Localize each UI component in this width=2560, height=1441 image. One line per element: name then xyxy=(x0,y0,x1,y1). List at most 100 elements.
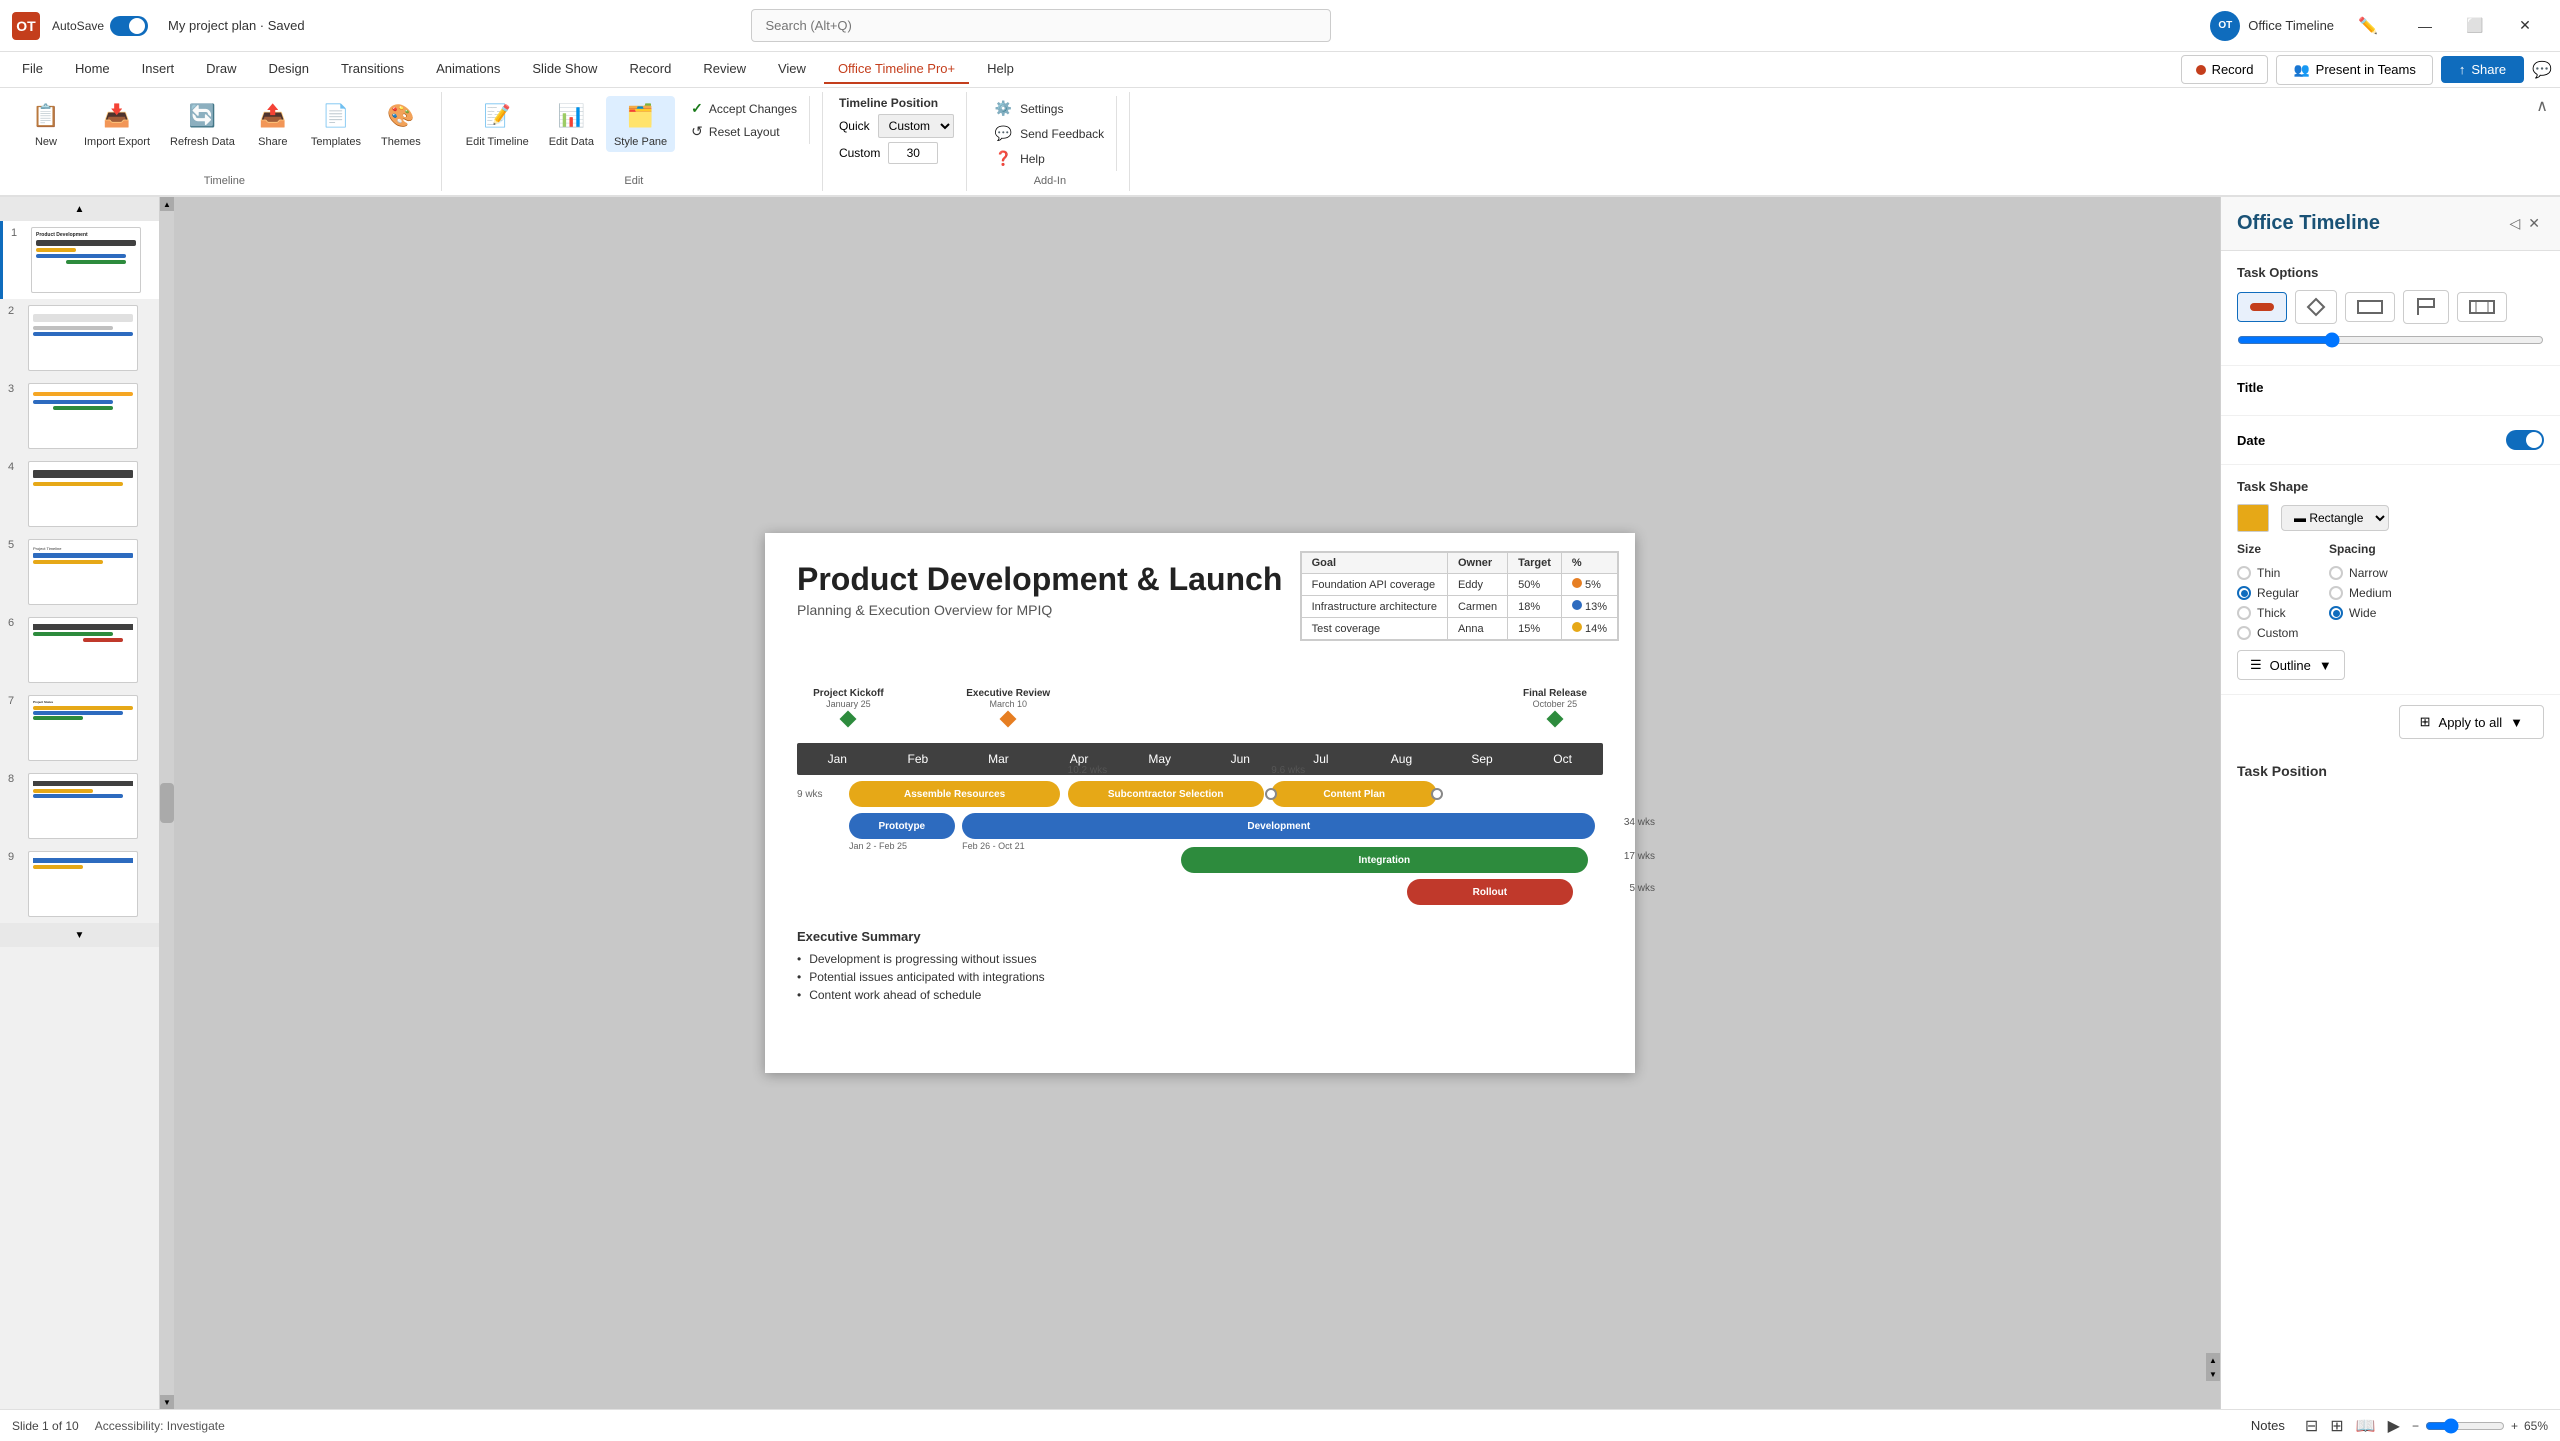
restore-button[interactable]: ⬜ xyxy=(2452,10,2498,42)
scroll-thumb-left[interactable] xyxy=(160,783,174,823)
date-toggle[interactable] xyxy=(2506,430,2544,450)
size-thick-radio[interactable] xyxy=(2237,606,2251,620)
present-teams-button[interactable]: 👥 Present in Teams xyxy=(2276,55,2432,85)
shape-flag-button[interactable] xyxy=(2403,290,2449,324)
scroll-down-btn[interactable]: ▼ xyxy=(160,1395,174,1409)
panel-collapse-button[interactable]: ◁ xyxy=(2505,211,2524,236)
slide-item-8[interactable]: 8 xyxy=(0,767,159,845)
content-plan-handle-left[interactable] xyxy=(1265,788,1277,800)
chat-icon[interactable]: 💬 xyxy=(2532,60,2552,80)
spacing-wide-radio[interactable] xyxy=(2329,606,2343,620)
view-reading-icon[interactable]: 📖 xyxy=(2356,1416,2376,1436)
task-content-plan[interactable]: Content Plan xyxy=(1271,781,1437,807)
shape-dropdown[interactable]: ▬ Rectangle ◆ Diamond xyxy=(2281,505,2389,531)
size-thin-radio[interactable] xyxy=(2237,566,2251,580)
size-regular-radio[interactable] xyxy=(2237,586,2251,600)
vertical-scroll-left[interactable]: ▲ ▼ xyxy=(160,197,174,1409)
view-normal-icon[interactable]: ⊟ xyxy=(2305,1416,2318,1436)
custom-input[interactable] xyxy=(888,142,938,164)
task-subcontractor[interactable]: Subcontractor Selection xyxy=(1068,781,1264,807)
slide-item-3[interactable]: 3 xyxy=(0,377,159,455)
accept-changes-row[interactable]: ✓ Accept Changes xyxy=(691,100,797,117)
task-slider[interactable] xyxy=(2237,332,2544,348)
accessibility-warning[interactable]: Accessibility: Investigate xyxy=(95,1419,225,1433)
size-custom-radio[interactable] xyxy=(2237,626,2251,640)
size-custom-row[interactable]: Custom xyxy=(2237,626,2299,640)
ribbon-collapse-button[interactable]: ∧ xyxy=(2532,92,2552,120)
outline-button[interactable]: ☰ Outline ▼ xyxy=(2237,650,2345,680)
edit-data-button[interactable]: 📊 Edit Data xyxy=(541,96,602,152)
zoom-slider[interactable] xyxy=(2425,1418,2505,1434)
view-presenter-icon[interactable]: ▶ xyxy=(2388,1416,2400,1436)
canvas-area[interactable]: ▲ ▼ Product Development & Launch Plannin… xyxy=(160,197,2220,1409)
autosave-toggle[interactable] xyxy=(110,16,148,36)
style-pane-button[interactable]: 🗂️ Style Pane xyxy=(606,96,675,152)
slide-item-4[interactable]: 4 xyxy=(0,455,159,533)
task-assemble[interactable]: Assemble Resources xyxy=(849,781,1060,807)
tab-help[interactable]: Help xyxy=(973,55,1028,84)
slide-scroll-down[interactable]: ▼ xyxy=(0,923,159,947)
panel-close-button[interactable]: ✕ xyxy=(2524,211,2544,236)
send-feedback-row[interactable]: 💬 Send Feedback xyxy=(995,125,1105,142)
reset-layout-row[interactable]: ↺ Reset Layout xyxy=(691,123,797,140)
search-input[interactable] xyxy=(751,9,1331,42)
scroll-right-down[interactable]: ▼ xyxy=(2206,1367,2220,1381)
tab-file[interactable]: File xyxy=(8,55,57,84)
size-thick-row[interactable]: Thick xyxy=(2237,606,2299,620)
notes-button[interactable]: Notes xyxy=(2243,1414,2293,1437)
help-row[interactable]: ❓ Help xyxy=(995,150,1105,167)
task-rollout[interactable]: Rollout xyxy=(1407,879,1573,905)
content-plan-handle-right[interactable] xyxy=(1431,788,1443,800)
view-slide-sorter-icon[interactable]: ⊞ xyxy=(2330,1416,2343,1436)
minimize-button[interactable]: — xyxy=(2402,10,2448,42)
tab-view[interactable]: View xyxy=(764,55,820,84)
scroll-right-up[interactable]: ▲ xyxy=(2206,1353,2220,1367)
apply-all-button[interactable]: ⊞ Apply to all ▼ xyxy=(2399,705,2544,739)
zoom-out-icon[interactable]: − xyxy=(2412,1419,2419,1433)
shape-bar-button[interactable] xyxy=(2237,292,2287,322)
slide-item-6[interactable]: 6 xyxy=(0,611,159,689)
settings-row[interactable]: ⚙️ Settings xyxy=(995,100,1105,117)
spacing-narrow-row[interactable]: Narrow xyxy=(2329,566,2392,580)
scroll-up-btn[interactable]: ▲ xyxy=(160,197,174,211)
shape-rect-button[interactable] xyxy=(2345,292,2395,322)
tab-home[interactable]: Home xyxy=(61,55,124,84)
slide-item-9[interactable]: 9 xyxy=(0,845,159,923)
tab-slideshow[interactable]: Slide Show xyxy=(518,55,611,84)
slide-item-2[interactable]: 2 xyxy=(0,299,159,377)
record-button[interactable]: Record xyxy=(2181,55,2269,84)
slide-item-5[interactable]: 5 Project Timeline xyxy=(0,533,159,611)
zoom-in-icon[interactable]: + xyxy=(2511,1419,2518,1433)
spacing-medium-row[interactable]: Medium xyxy=(2329,586,2392,600)
task-development[interactable]: Development xyxy=(962,813,1595,839)
spacing-medium-radio[interactable] xyxy=(2329,586,2343,600)
tab-design[interactable]: Design xyxy=(255,55,323,84)
tab-draw[interactable]: Draw xyxy=(192,55,250,84)
refresh-data-button[interactable]: 🔄 Refresh Data xyxy=(162,96,243,152)
color-swatch[interactable] xyxy=(2237,504,2269,532)
slide-item-7[interactable]: 7 Project Status xyxy=(0,689,159,767)
task-prototype[interactable]: Prototype xyxy=(849,813,955,839)
tab-office-timeline[interactable]: Office Timeline Pro+ xyxy=(824,55,969,84)
pencil-icon[interactable]: ✏️ xyxy=(2350,12,2386,40)
spacing-wide-row[interactable]: Wide xyxy=(2329,606,2392,620)
templates-button[interactable]: 📄 Templates xyxy=(303,96,369,152)
tab-animations[interactable]: Animations xyxy=(422,55,514,84)
new-button[interactable]: 📋 New xyxy=(20,96,72,152)
share-timeline-button[interactable]: 📤 Share xyxy=(247,96,299,152)
size-regular-row[interactable]: Regular xyxy=(2237,586,2299,600)
slide-item-1[interactable]: 1 Product Development xyxy=(0,221,159,299)
slide-scroll-up[interactable]: ▲ xyxy=(0,197,159,221)
quick-select[interactable]: Custom xyxy=(878,114,954,138)
task-integration[interactable]: Integration xyxy=(1181,847,1588,873)
themes-button[interactable]: 🎨 Themes xyxy=(373,96,429,152)
share-button[interactable]: ↑ Share xyxy=(2441,56,2524,83)
shape-diamond-button[interactable] xyxy=(2295,290,2337,324)
edit-timeline-button[interactable]: 📝 Edit Timeline xyxy=(458,96,537,152)
import-export-button[interactable]: 📥 Import Export xyxy=(76,96,158,152)
spacing-narrow-radio[interactable] xyxy=(2329,566,2343,580)
close-button[interactable]: ✕ xyxy=(2502,10,2548,42)
tab-review[interactable]: Review xyxy=(689,55,760,84)
shape-bracket-button[interactable] xyxy=(2457,292,2507,322)
tab-record[interactable]: Record xyxy=(615,55,685,84)
